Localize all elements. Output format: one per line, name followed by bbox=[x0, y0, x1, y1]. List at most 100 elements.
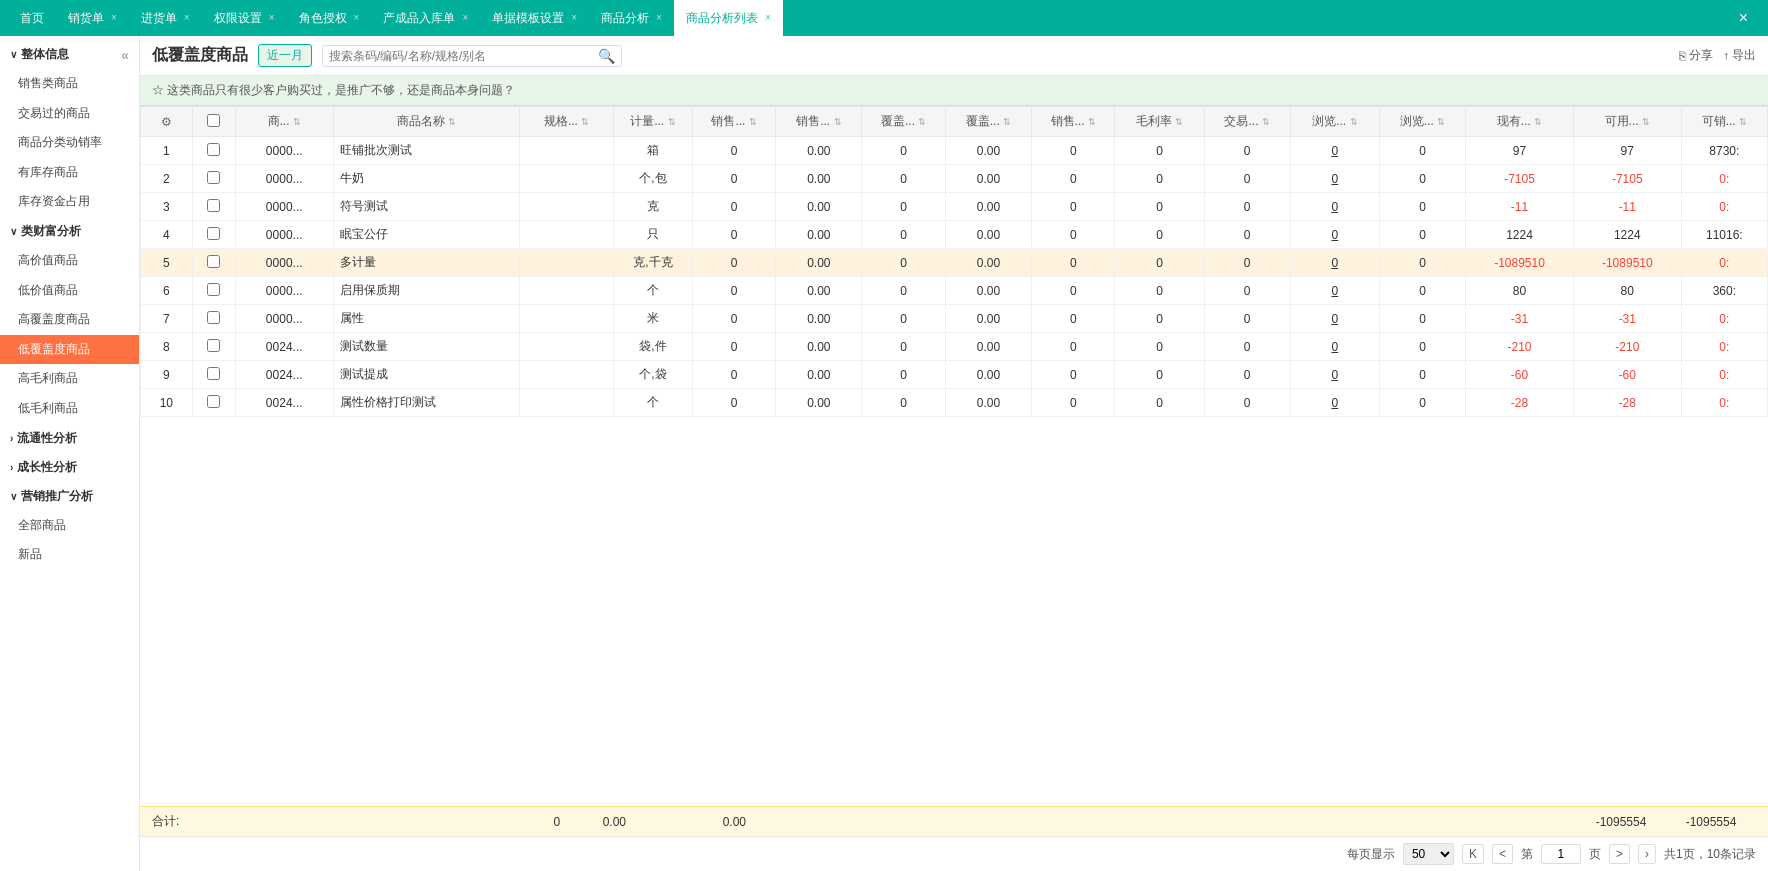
nav-product-analysis-list[interactable]: 商品分析列表 × bbox=[674, 0, 783, 36]
row-spec bbox=[520, 333, 613, 361]
row-cover1: 0 bbox=[862, 361, 945, 389]
row-browse1[interactable]: 0 bbox=[1290, 165, 1379, 193]
select-all-checkbox[interactable] bbox=[207, 114, 220, 127]
row-sales-amt: 0.00 bbox=[776, 361, 862, 389]
nav-close-purchase-order[interactable]: × bbox=[184, 0, 190, 36]
sidebar-item-all-goods[interactable]: 全部商品 bbox=[0, 511, 139, 541]
row-browse1[interactable]: 0 bbox=[1290, 137, 1379, 165]
sort-icon-16: ⇅ bbox=[1739, 117, 1747, 127]
nav-home[interactable]: 首页 bbox=[8, 0, 56, 36]
sidebar-item-new-goods[interactable]: 新品 bbox=[0, 540, 139, 570]
sidebar-growth-section[interactable]: › 成长性分析 bbox=[0, 453, 139, 482]
row-checkbox[interactable] bbox=[192, 333, 235, 361]
settings-icon[interactable]: ⚙ bbox=[161, 115, 172, 129]
first-page-button[interactable]: K bbox=[1462, 844, 1484, 864]
prev-page-button[interactable]: < bbox=[1492, 844, 1513, 864]
next-page-button[interactable]: > bbox=[1609, 844, 1630, 864]
row-idx: 7 bbox=[141, 305, 193, 333]
sidebar-item-sales-goods[interactable]: 销售类商品 bbox=[0, 69, 139, 99]
row-checkbox[interactable] bbox=[192, 305, 235, 333]
row-checkbox[interactable] bbox=[192, 389, 235, 417]
row-checkbox[interactable] bbox=[192, 361, 235, 389]
row-available-stock: -11 bbox=[1573, 193, 1681, 221]
nav-template-settings[interactable]: 单据模板设置 × bbox=[480, 0, 589, 36]
sidebar-item-low-value[interactable]: 低价值商品 bbox=[0, 276, 139, 306]
nav-close-product-analysis[interactable]: × bbox=[656, 0, 662, 36]
row-sales3: 0 bbox=[1032, 249, 1115, 277]
period-button[interactable]: 近一月 bbox=[258, 44, 312, 67]
nav-sales-order[interactable]: 销货单 × bbox=[56, 0, 129, 36]
sort-icon-4: ⇅ bbox=[668, 117, 676, 127]
row-browse1[interactable]: 0 bbox=[1290, 193, 1379, 221]
table-row: 5 0000... 多计量 克,千克 0 0.00 0 0.00 0 0 0 0… bbox=[141, 249, 1768, 277]
data-table-container[interactable]: ⚙ 商... ⇅ 商品名称 ⇅ 规格... ⇅ bbox=[140, 106, 1768, 806]
row-sales-qty: 0 bbox=[692, 333, 775, 361]
col-settings[interactable]: ⚙ bbox=[141, 107, 193, 137]
window-close-button[interactable]: × bbox=[1727, 9, 1760, 27]
row-browse1[interactable]: 0 bbox=[1290, 277, 1379, 305]
row-browse1[interactable]: 0 bbox=[1290, 249, 1379, 277]
sidebar-item-inventory-capital[interactable]: 库存资金占用 bbox=[0, 187, 139, 217]
sidebar-item-low-coverage[interactable]: 低覆盖度商品 bbox=[0, 335, 139, 365]
table-row: 6 0000... 启用保质期 个 0 0.00 0 0.00 0 0 0 0 … bbox=[141, 277, 1768, 305]
sidebar-item-category-turnover[interactable]: 商品分类动销率 bbox=[0, 128, 139, 158]
sidebar-item-high-coverage[interactable]: 高覆盖度商品 bbox=[0, 305, 139, 335]
row-name: 眠宝公仔 bbox=[333, 221, 520, 249]
sidebar-marketing-section[interactable]: ∨ 营销推广分析 bbox=[0, 482, 139, 511]
nav-permission-settings[interactable]: 权限设置 × bbox=[202, 0, 287, 36]
nav-close-template[interactable]: × bbox=[571, 0, 577, 36]
sidebar-overall-section[interactable]: ∨ 整体信息 « bbox=[0, 40, 139, 69]
nav-product-analysis[interactable]: 商品分析 × bbox=[589, 0, 674, 36]
row-checkbox[interactable] bbox=[192, 165, 235, 193]
last-page-button[interactable]: › bbox=[1638, 844, 1656, 864]
row-browse1[interactable]: 0 bbox=[1290, 389, 1379, 417]
nav-close-permission[interactable]: × bbox=[269, 0, 275, 36]
sidebar-item-traded-goods[interactable]: 交易过的商品 bbox=[0, 99, 139, 129]
row-spec bbox=[520, 137, 613, 165]
row-code: 0000... bbox=[235, 137, 333, 165]
row-checkbox[interactable] bbox=[192, 277, 235, 305]
nav-close-sales-order[interactable]: × bbox=[111, 0, 117, 36]
nav-close-finished-goods[interactable]: × bbox=[462, 0, 468, 36]
row-browse1[interactable]: 0 bbox=[1290, 333, 1379, 361]
sidebar-collapse-icon[interactable]: « bbox=[121, 47, 129, 63]
sidebar-item-high-value[interactable]: 高价值商品 bbox=[0, 246, 139, 276]
row-sales3: 0 bbox=[1032, 305, 1115, 333]
nav-close-product-analysis-list[interactable]: × bbox=[765, 0, 771, 36]
sidebar-item-in-stock[interactable]: 有库存商品 bbox=[0, 158, 139, 188]
nav-close-role-auth[interactable]: × bbox=[354, 0, 360, 36]
row-checkbox[interactable] bbox=[192, 249, 235, 277]
row-cover1: 0 bbox=[862, 165, 945, 193]
row-name: 多计量 bbox=[333, 249, 520, 277]
row-sales-amt: 0.00 bbox=[776, 305, 862, 333]
nav-finished-goods[interactable]: 产成品入库单 × bbox=[371, 0, 480, 36]
sort-icon: ⇅ bbox=[293, 117, 301, 127]
nav-purchase-order[interactable]: 进货单 × bbox=[129, 0, 202, 36]
export-button[interactable]: ↑ 导出 bbox=[1723, 47, 1756, 64]
row-sellable: 0: bbox=[1681, 361, 1767, 389]
share-button[interactable]: ⎘ 分享 bbox=[1679, 47, 1713, 64]
row-browse1[interactable]: 0 bbox=[1290, 221, 1379, 249]
sidebar-item-high-margin[interactable]: 高毛利商品 bbox=[0, 364, 139, 394]
sidebar-category-section[interactable]: ∨ 类财富分析 bbox=[0, 217, 139, 246]
row-browse1[interactable]: 0 bbox=[1290, 361, 1379, 389]
row-checkbox[interactable] bbox=[192, 193, 235, 221]
nav-role-auth[interactable]: 角色授权 × bbox=[287, 0, 372, 36]
row-checkbox[interactable] bbox=[192, 221, 235, 249]
chevron-right-icon-2: › bbox=[10, 462, 13, 473]
sidebar-item-low-margin[interactable]: 低毛利商品 bbox=[0, 394, 139, 424]
sidebar-flow-section[interactable]: › 流通性分析 bbox=[0, 424, 139, 453]
col-current-stock-header: 现有... ⇅ bbox=[1466, 107, 1574, 137]
col-checkbox[interactable] bbox=[192, 107, 235, 137]
row-trans: 0 bbox=[1204, 277, 1290, 305]
page-title: 低覆盖度商品 bbox=[152, 45, 248, 66]
row-checkbox[interactable] bbox=[192, 137, 235, 165]
page-number-input[interactable] bbox=[1541, 844, 1581, 864]
search-input[interactable] bbox=[329, 49, 598, 63]
table-row: 1 0000... 旺铺批次测试 箱 0 0.00 0 0.00 0 0 0 0… bbox=[141, 137, 1768, 165]
row-browse2: 0 bbox=[1379, 193, 1465, 221]
row-browse1[interactable]: 0 bbox=[1290, 305, 1379, 333]
sort-icon-10: ⇅ bbox=[1175, 117, 1183, 127]
row-cover1: 0 bbox=[862, 277, 945, 305]
per-page-select[interactable]: 50 20 100 200 bbox=[1403, 843, 1454, 865]
